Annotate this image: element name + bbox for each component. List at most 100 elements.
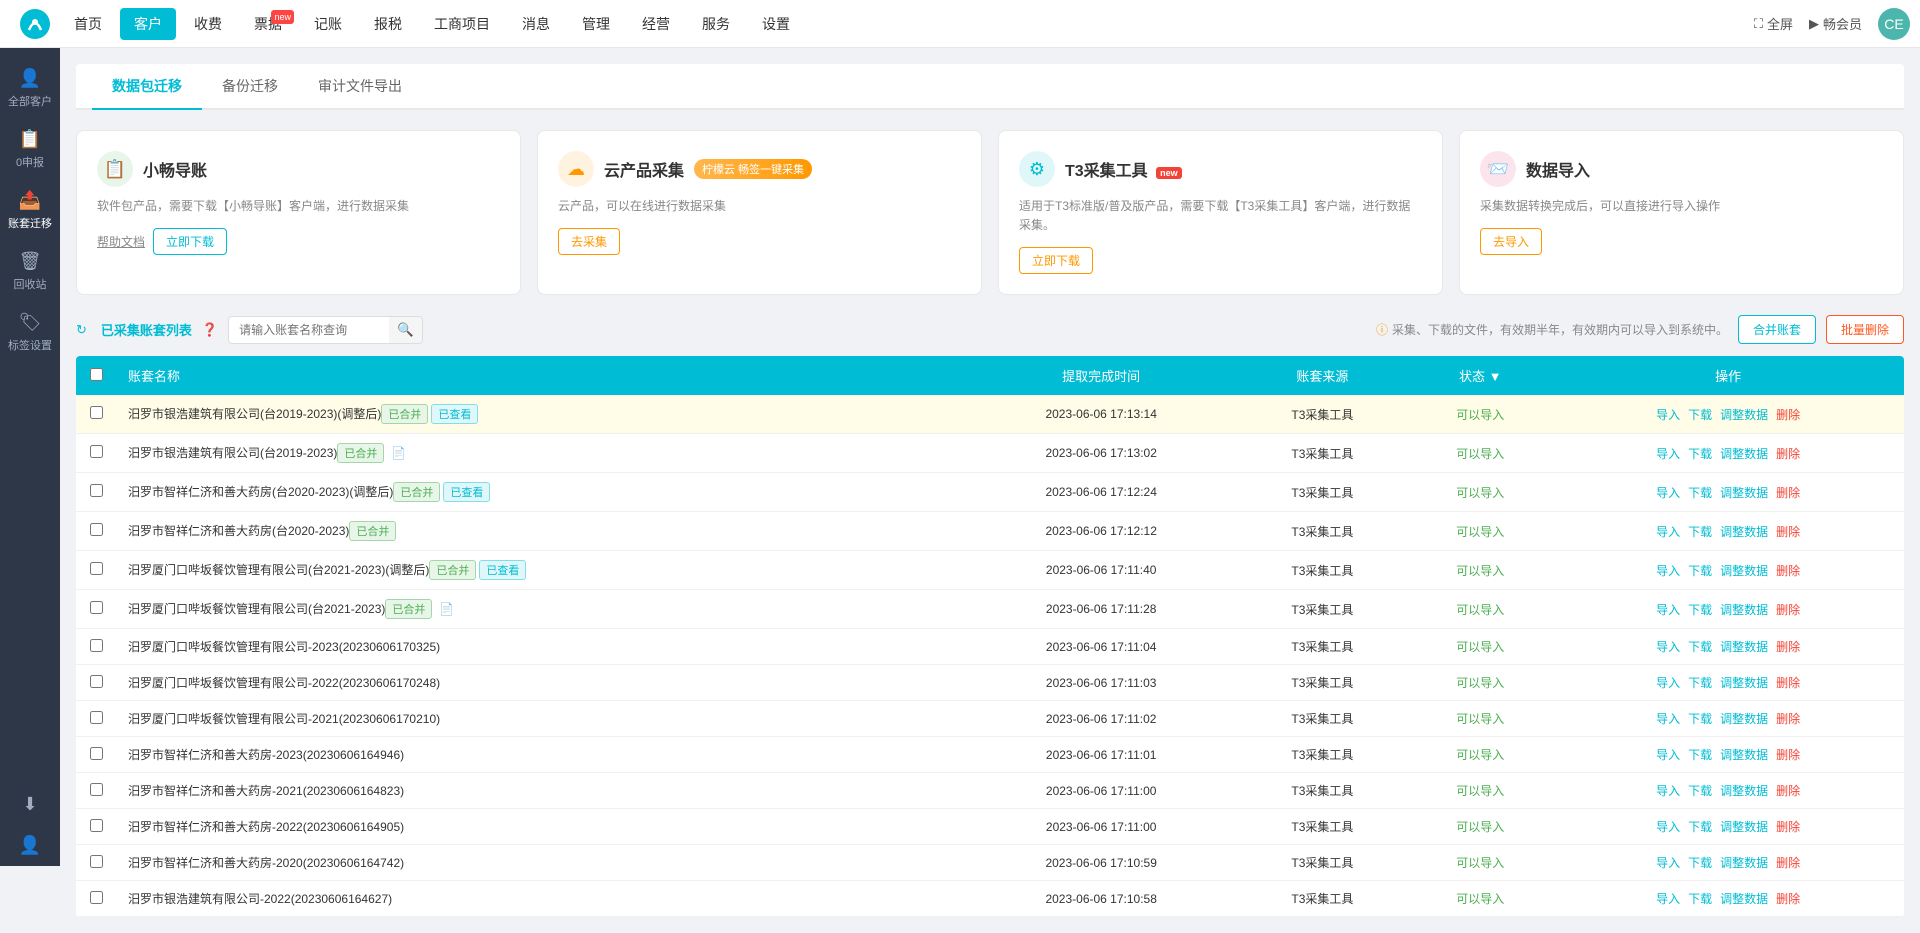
action-调整数据[interactable]: 调整数据 (1720, 525, 1768, 539)
merge-button[interactable]: 合并账套 (1738, 315, 1816, 344)
sidebar-item-user[interactable]: 👤 (0, 825, 60, 866)
dataimport-go-button[interactable]: 去导入 (1480, 228, 1542, 255)
action-删除[interactable]: 删除 (1776, 712, 1800, 726)
refresh-icon[interactable]: ↻ (76, 322, 87, 338)
sidebar-item-account-migration[interactable]: 📤 账套迁移 (0, 180, 60, 241)
fullscreen-button[interactable]: ⛶ 全屏 (1754, 14, 1793, 33)
file-icon[interactable]: 📄 (439, 602, 454, 616)
action-调整数据[interactable]: 调整数据 (1720, 486, 1768, 500)
avatar[interactable]: CE (1878, 8, 1910, 40)
nav-tax[interactable]: 报税 (360, 8, 416, 40)
sidebar-item-download[interactable]: ⬇ (0, 784, 60, 825)
nav-settings[interactable]: 设置 (748, 8, 804, 40)
filter-icon[interactable]: ▼ (1489, 369, 1502, 384)
help-icon[interactable]: ❓ (202, 322, 218, 338)
action-调整数据[interactable]: 调整数据 (1720, 676, 1768, 690)
action-导入[interactable]: 导入 (1656, 640, 1680, 654)
action-调整数据[interactable]: 调整数据 (1720, 408, 1768, 422)
action-删除[interactable]: 删除 (1776, 447, 1800, 461)
action-下载[interactable]: 下载 (1688, 603, 1712, 617)
cloud-collect-button[interactable]: 去采集 (558, 228, 620, 255)
search-button[interactable]: 🔍 (389, 317, 422, 343)
action-调整数据[interactable]: 调整数据 (1720, 892, 1768, 906)
action-删除[interactable]: 删除 (1776, 676, 1800, 690)
action-调整数据[interactable]: 调整数据 (1720, 748, 1768, 762)
action-删除[interactable]: 删除 (1776, 748, 1800, 762)
nav-home[interactable]: 首页 (60, 8, 116, 40)
action-下载[interactable]: 下载 (1688, 892, 1712, 906)
action-删除[interactable]: 删除 (1776, 784, 1800, 798)
action-导入[interactable]: 导入 (1656, 892, 1680, 906)
action-调整数据[interactable]: 调整数据 (1720, 712, 1768, 726)
row-checkbox-7[interactable] (90, 675, 103, 688)
action-导入[interactable]: 导入 (1656, 408, 1680, 422)
action-删除[interactable]: 删除 (1776, 892, 1800, 906)
row-checkbox-5[interactable] (90, 601, 103, 614)
tab-audit-export[interactable]: 审计文件导出 (298, 64, 422, 110)
row-checkbox-13[interactable] (90, 891, 103, 904)
sidebar-item-tag-settings[interactable]: 🏷 标签设置 (0, 302, 60, 363)
action-下载[interactable]: 下载 (1688, 820, 1712, 834)
action-下载[interactable]: 下载 (1688, 748, 1712, 762)
row-checkbox-11[interactable] (90, 819, 103, 832)
nav-business[interactable]: 工商项目 (420, 8, 504, 40)
sidebar-item-recycle[interactable]: 🗑 回收站 (0, 241, 60, 302)
nav-manage[interactable]: 管理 (568, 8, 624, 40)
search-input[interactable] (229, 318, 389, 342)
action-导入[interactable]: 导入 (1656, 820, 1680, 834)
action-调整数据[interactable]: 调整数据 (1720, 820, 1768, 834)
action-调整数据[interactable]: 调整数据 (1720, 447, 1768, 461)
action-下载[interactable]: 下载 (1688, 856, 1712, 870)
select-all-checkbox[interactable] (90, 368, 103, 381)
row-checkbox-2[interactable] (90, 484, 103, 497)
action-导入[interactable]: 导入 (1656, 486, 1680, 500)
action-删除[interactable]: 删除 (1776, 408, 1800, 422)
row-checkbox-3[interactable] (90, 523, 103, 536)
help-doc-link[interactable]: 帮助文档 (97, 233, 145, 250)
bulk-delete-button[interactable]: 批量删除 (1826, 315, 1904, 344)
row-checkbox-6[interactable] (90, 639, 103, 652)
nav-operation[interactable]: 经营 (628, 8, 684, 40)
t3-download-button[interactable]: 立即下载 (1019, 247, 1093, 274)
action-下载[interactable]: 下载 (1688, 564, 1712, 578)
sidebar-item-all-customers[interactable]: 👤 全部客户 (0, 58, 60, 119)
action-导入[interactable]: 导入 (1656, 564, 1680, 578)
action-调整数据[interactable]: 调整数据 (1720, 603, 1768, 617)
action-导入[interactable]: 导入 (1656, 856, 1680, 870)
nav-service[interactable]: 服务 (688, 8, 744, 40)
action-导入[interactable]: 导入 (1656, 447, 1680, 461)
action-导入[interactable]: 导入 (1656, 603, 1680, 617)
action-导入[interactable]: 导入 (1656, 712, 1680, 726)
row-checkbox-10[interactable] (90, 783, 103, 796)
row-checkbox-1[interactable] (90, 445, 103, 458)
row-checkbox-0[interactable] (90, 406, 103, 419)
nav-customer[interactable]: 客户 (120, 8, 176, 40)
action-下载[interactable]: 下载 (1688, 676, 1712, 690)
action-导入[interactable]: 导入 (1656, 676, 1680, 690)
nav-bookkeeping[interactable]: 记账 (300, 8, 356, 40)
row-checkbox-4[interactable] (90, 562, 103, 575)
action-删除[interactable]: 删除 (1776, 525, 1800, 539)
file-icon[interactable]: 📄 (391, 446, 406, 460)
nav-fee[interactable]: 收费 (180, 8, 236, 40)
action-导入[interactable]: 导入 (1656, 784, 1680, 798)
action-删除[interactable]: 删除 (1776, 820, 1800, 834)
logo[interactable] (10, 8, 60, 40)
action-删除[interactable]: 删除 (1776, 856, 1800, 870)
tab-backup-migration[interactable]: 备份迁移 (202, 64, 298, 110)
action-导入[interactable]: 导入 (1656, 748, 1680, 762)
row-checkbox-9[interactable] (90, 747, 103, 760)
action-下载[interactable]: 下载 (1688, 784, 1712, 798)
member-button[interactable]: ▶ 畅会员 (1809, 14, 1862, 33)
xiaochangdaozhang-download-button[interactable]: 立即下载 (153, 228, 227, 255)
action-删除[interactable]: 删除 (1776, 603, 1800, 617)
nav-message[interactable]: 消息 (508, 8, 564, 40)
action-删除[interactable]: 删除 (1776, 564, 1800, 578)
action-下载[interactable]: 下载 (1688, 408, 1712, 422)
tab-data-migration[interactable]: 数据包迁移 (92, 64, 202, 110)
sidebar-item-zero-report[interactable]: 📋 0申报 (0, 119, 60, 180)
action-下载[interactable]: 下载 (1688, 486, 1712, 500)
action-下载[interactable]: 下载 (1688, 712, 1712, 726)
action-下载[interactable]: 下载 (1688, 640, 1712, 654)
action-调整数据[interactable]: 调整数据 (1720, 784, 1768, 798)
